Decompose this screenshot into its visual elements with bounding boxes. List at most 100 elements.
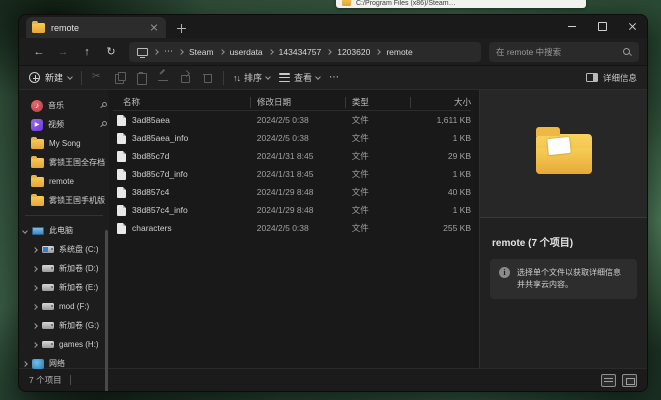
- pin-icon: [99, 102, 106, 109]
- column-divider[interactable]: [410, 97, 411, 108]
- chevron-right-icon: [219, 49, 225, 55]
- sidebar-item-drive-d[interactable]: 新加卷 (D:): [19, 259, 109, 278]
- command-bar: 新建 ↑↓ 排序 查看 ⋯ 详细信息: [19, 65, 647, 90]
- column-header-type[interactable]: 类型: [352, 96, 404, 108]
- column-header-date[interactable]: 修改日期: [257, 96, 339, 108]
- share-icon[interactable]: [179, 71, 192, 84]
- sidebar-item-this-pc[interactable]: 此电脑: [19, 221, 109, 240]
- search-box[interactable]: [489, 42, 639, 62]
- drive-icon: [42, 322, 54, 329]
- divider: [223, 71, 224, 85]
- maximize-button[interactable]: [587, 15, 617, 38]
- sidebar-item-drive-g[interactable]: 新加卷 (G:): [19, 316, 109, 335]
- file-icon: [117, 187, 126, 198]
- sidebar-item-drive-c[interactable]: 系统盘 (C:): [19, 240, 109, 259]
- sidebar-item-remote[interactable]: remote: [19, 172, 109, 191]
- chevron-right-icon[interactable]: [32, 342, 38, 348]
- breadcrumb-item-appid[interactable]: 1203620: [337, 47, 370, 57]
- chevron-right-icon[interactable]: [32, 304, 38, 310]
- chevron-right-icon: [375, 49, 381, 55]
- chevron-down-icon: [265, 74, 271, 80]
- copy-icon[interactable]: [113, 71, 126, 84]
- chevron-right-icon: [268, 49, 274, 55]
- folder-icon: [536, 134, 592, 174]
- sidebar-item-game-mobile[interactable]: 雾锁王国手机版: [19, 191, 109, 210]
- paste-icon[interactable]: [135, 71, 148, 84]
- file-explorer-window: remote ← → ↑ ↻ ⋯ Steam userdata 14343475…: [18, 14, 648, 392]
- chevron-right-icon[interactable]: [32, 285, 38, 291]
- sidebar-scrollbar[interactable]: [105, 230, 108, 392]
- chevron-right-icon[interactable]: [32, 266, 38, 272]
- sidebar-item-videos[interactable]: ▶ 视频: [19, 115, 109, 134]
- rename-icon[interactable]: [157, 71, 170, 84]
- sidebar-item-my-song[interactable]: My Song: [19, 134, 109, 153]
- file-row[interactable]: characters 2024/2/5 0:38 文件 255 KB: [113, 219, 471, 237]
- view-button[interactable]: 查看: [279, 71, 320, 84]
- divider: [81, 71, 82, 85]
- sidebar-item-drive-f[interactable]: mod (F:): [19, 297, 109, 316]
- chevron-down-icon[interactable]: [22, 228, 28, 234]
- chevron-right-icon[interactable]: [22, 361, 28, 367]
- sidebar-item-game-save[interactable]: 雾锁王国全存档: [19, 153, 109, 172]
- minimize-button[interactable]: [557, 15, 587, 38]
- column-header-name[interactable]: 名称: [113, 96, 244, 108]
- preview-hint-box: i 选择单个文件以获取详细信息并共享云内容。: [490, 259, 637, 299]
- file-list: 名称 修改日期 类型 大小 3ad85aea 2024/2/5 0:38 文件 …: [109, 90, 479, 368]
- column-divider[interactable]: [345, 97, 346, 108]
- breadcrumb-item-userdata[interactable]: userdata: [230, 47, 263, 57]
- preview-title: remote (7 个项目): [480, 218, 647, 259]
- file-row[interactable]: 3bd85c7d 2024/1/31 8:45 文件 29 KB: [113, 147, 471, 165]
- tab-close-icon[interactable]: [148, 22, 160, 34]
- more-options-button[interactable]: ⋯: [329, 72, 340, 83]
- close-button[interactable]: [617, 15, 647, 38]
- breadcrumb-item-userid[interactable]: 143434757: [279, 47, 322, 57]
- drive-icon: [42, 303, 54, 310]
- column-divider[interactable]: [250, 97, 251, 108]
- back-button[interactable]: ←: [29, 42, 49, 62]
- sidebar-item-drive-h[interactable]: games (H:): [19, 335, 109, 354]
- new-button[interactable]: 新建: [29, 71, 72, 84]
- drive-icon: [42, 341, 54, 348]
- file-row[interactable]: 3bd85c7d_info 2024/1/31 8:45 文件 1 KB: [113, 165, 471, 183]
- refresh-button[interactable]: ↻: [101, 42, 121, 62]
- file-icon: [117, 151, 126, 162]
- breadcrumb-item-remote[interactable]: remote: [386, 47, 412, 57]
- up-button[interactable]: ↑: [77, 42, 97, 62]
- folder-icon: [31, 196, 44, 206]
- column-headers: 名称 修改日期 类型 大小: [113, 94, 471, 111]
- sidebar-item-music[interactable]: ♪ 音乐: [19, 96, 109, 115]
- forward-button[interactable]: →: [53, 42, 73, 62]
- address-bar: ← → ↑ ↻ ⋯ Steam userdata 143434757 12036…: [19, 38, 647, 65]
- file-row[interactable]: 38d857c4 2024/1/29 8:48 文件 40 KB: [113, 183, 471, 201]
- info-icon: i: [499, 267, 510, 278]
- folder-icon: [31, 177, 44, 187]
- new-label: 新建: [45, 71, 63, 84]
- chevron-right-icon: [153, 49, 159, 55]
- file-row[interactable]: 38d857c4_info 2024/1/29 8:48 文件 1 KB: [113, 201, 471, 219]
- search-input[interactable]: [496, 47, 617, 57]
- details-toggle-button[interactable]: 详细信息: [586, 72, 637, 84]
- sort-button[interactable]: ↑↓ 排序: [233, 71, 270, 84]
- chevron-right-icon[interactable]: [32, 323, 38, 329]
- breadcrumb-overflow[interactable]: ⋯: [164, 46, 173, 57]
- column-header-size[interactable]: 大小: [417, 96, 471, 108]
- details-view-button[interactable]: [601, 374, 616, 387]
- cut-icon[interactable]: [91, 71, 104, 84]
- sidebar-item-drive-e[interactable]: 新加卷 (E:): [19, 278, 109, 297]
- breadcrumb-item-steam[interactable]: Steam: [189, 47, 214, 57]
- tab-remote[interactable]: remote: [26, 17, 166, 38]
- file-row[interactable]: 3ad85aea_info 2024/2/5 0:38 文件 1 KB: [113, 129, 471, 147]
- file-icon: [117, 223, 126, 234]
- window-controls: [557, 15, 647, 38]
- item-count: 7 个项目: [29, 374, 62, 386]
- sidebar-item-network[interactable]: 网络: [19, 354, 109, 373]
- new-tab-button[interactable]: [174, 20, 190, 36]
- delete-icon[interactable]: [201, 71, 214, 84]
- tab-title: remote: [51, 23, 142, 33]
- details-label: 详细信息: [603, 72, 637, 84]
- breadcrumb[interactable]: ⋯ Steam userdata 143434757 1203620 remot…: [129, 42, 481, 62]
- file-row[interactable]: 3ad85aea 2024/2/5 0:38 文件 1,611 KB: [113, 111, 471, 129]
- large-icons-view-button[interactable]: [622, 374, 637, 387]
- chevron-right-icon[interactable]: [32, 247, 38, 253]
- file-icon: [117, 115, 126, 126]
